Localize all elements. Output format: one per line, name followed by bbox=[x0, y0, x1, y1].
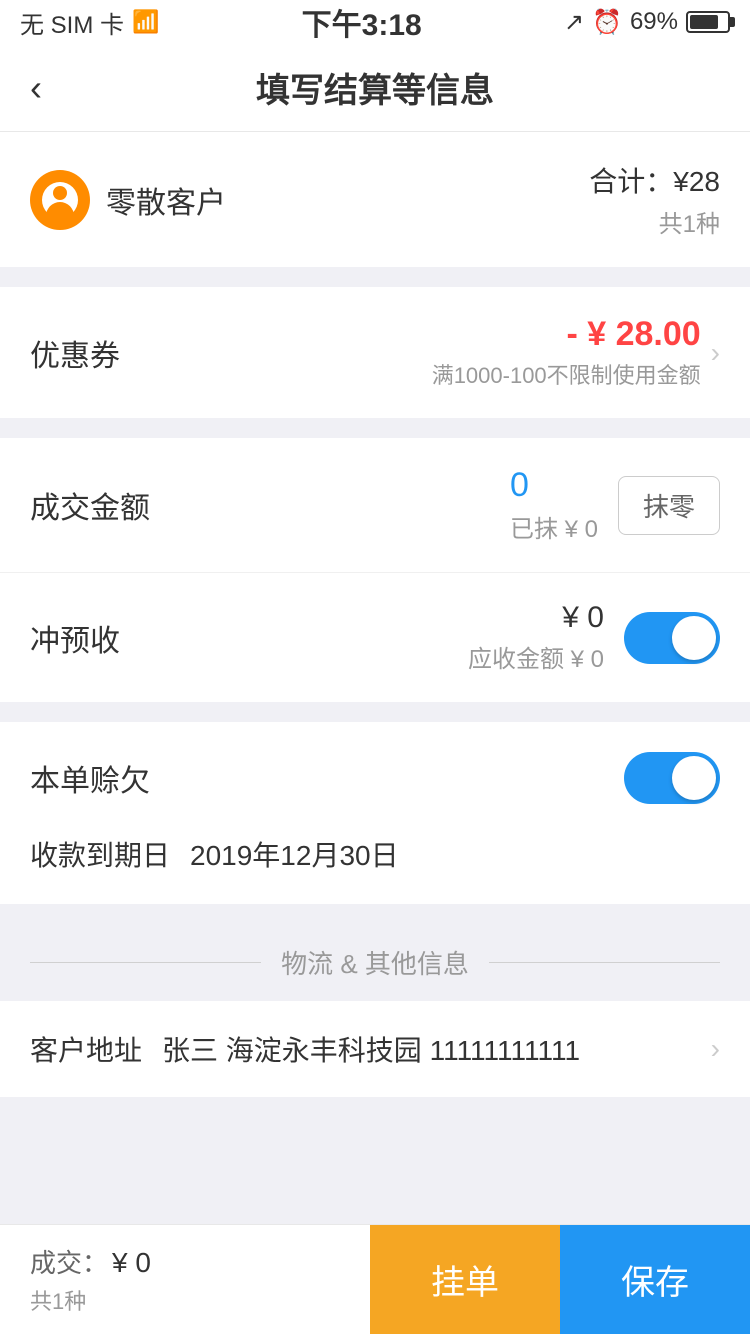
coupon-row[interactable]: 优惠券 - ¥ 28.00 满1000-100不限制使用金额 › bbox=[0, 287, 750, 418]
address-label: 客户地址 bbox=[30, 1029, 142, 1069]
customer-name: 零散客户 bbox=[106, 178, 226, 222]
no-sim-text: 无 SIM 卡 bbox=[20, 5, 124, 40]
deal-amount-info: 0 已抹 ¥ 0 bbox=[510, 466, 598, 544]
customer-left: 零散客户 bbox=[30, 170, 226, 230]
nav-bar: ‹ 填写结算等信息 bbox=[0, 44, 750, 132]
debt-row: 本单赊欠 bbox=[0, 722, 750, 834]
status-time: 下午3:18 bbox=[302, 0, 422, 44]
debt-toggle[interactable] bbox=[624, 752, 720, 804]
coupon-right: - ¥ 28.00 满1000-100不限制使用金额 › bbox=[432, 315, 720, 390]
status-right: ↗ ⏰ 69% bbox=[564, 8, 730, 37]
address-section: 客户地址 张三 海淀永丰科技园 11111111111 › bbox=[0, 1001, 750, 1097]
back-button[interactable]: ‹ bbox=[30, 67, 42, 109]
divider-line-left bbox=[30, 962, 261, 963]
divider-line-right bbox=[489, 962, 720, 963]
hold-button[interactable]: 挂单 bbox=[370, 1225, 560, 1334]
status-bar: 无 SIM 卡 📶 下午3:18 ↗ ⏰ 69% bbox=[0, 0, 750, 44]
address-chevron-icon: › bbox=[711, 1033, 720, 1065]
customer-total: 合计：¥28 共1种 bbox=[589, 160, 720, 239]
pre-collection-toggle[interactable] bbox=[624, 612, 720, 664]
pre-collection-right: ¥ 0 应收金额 ¥ 0 bbox=[468, 601, 720, 674]
bottom-deal-line: 成交： ¥ 0 bbox=[30, 1243, 340, 1280]
battery-icon bbox=[686, 11, 730, 33]
bottom-deal-amount: ¥ 0 bbox=[112, 1247, 151, 1279]
bottom-count: 共1种 bbox=[30, 1284, 340, 1316]
deal-amount-row: 成交金额 0 已抹 ¥ 0 抹零 bbox=[0, 438, 750, 572]
debt-toggle-knob bbox=[672, 756, 716, 800]
pre-collection-info: ¥ 0 应收金额 ¥ 0 bbox=[468, 601, 604, 674]
page-title: 填写结算等信息 bbox=[256, 63, 494, 112]
avatar-person-icon bbox=[42, 182, 78, 218]
coupon-value: - ¥ 28.00 bbox=[432, 315, 701, 354]
total-count: 共1种 bbox=[589, 204, 720, 239]
due-date-label: 收款到期日 bbox=[30, 834, 170, 874]
round-zero-button[interactable]: 抹零 bbox=[618, 476, 720, 535]
battery-percent: 69% bbox=[630, 8, 678, 36]
bottom-bar: 成交： ¥ 0 共1种 挂单 保存 bbox=[0, 1224, 750, 1334]
coupon-info: - ¥ 28.00 满1000-100不限制使用金额 bbox=[432, 315, 701, 390]
alarm-icon: ⏰ bbox=[592, 8, 622, 37]
bottom-deal-label: 成交： bbox=[30, 1243, 108, 1280]
chevron-right-icon: › bbox=[711, 337, 720, 369]
customer-section: 零散客户 合计：¥28 共1种 bbox=[0, 132, 750, 267]
deal-amount-label: 成交金额 bbox=[30, 483, 150, 527]
pre-collection-label: 冲预收 bbox=[30, 616, 120, 660]
due-date-value: 2019年12月30日 bbox=[190, 834, 399, 874]
address-row[interactable]: 客户地址 张三 海淀永丰科技园 11111111111 › bbox=[0, 1001, 750, 1097]
location-icon: ↗ bbox=[564, 8, 584, 37]
deal-amount-sub: 已抹 ¥ 0 bbox=[510, 509, 598, 544]
debt-section: 本单赊欠 收款到期日 2019年12月30日 bbox=[0, 722, 750, 904]
coupon-label: 优惠券 bbox=[30, 331, 120, 375]
debt-label: 本单赊欠 bbox=[30, 756, 150, 800]
total-amount: 合计：¥28 bbox=[589, 160, 720, 200]
deal-amount-value: 0 bbox=[510, 466, 598, 505]
save-button[interactable]: 保存 bbox=[560, 1225, 750, 1334]
logistics-divider: 物流 & 其他信息 bbox=[0, 924, 750, 1001]
due-date-row: 收款到期日 2019年12月30日 bbox=[0, 834, 750, 904]
avatar bbox=[30, 170, 90, 230]
bottom-summary: 成交： ¥ 0 共1种 bbox=[0, 1243, 370, 1316]
toggle-knob bbox=[672, 616, 716, 660]
pre-collection-amount: ¥ 0 bbox=[468, 601, 604, 635]
pre-collection-row: 冲预收 ¥ 0 应收金额 ¥ 0 bbox=[0, 572, 750, 702]
logistics-label: 物流 & 其他信息 bbox=[261, 944, 489, 981]
deal-section: 成交金额 0 已抹 ¥ 0 抹零 冲预收 ¥ 0 应收金额 ¥ 0 bbox=[0, 438, 750, 702]
deal-amount-right: 0 已抹 ¥ 0 抹零 bbox=[510, 466, 720, 544]
coupon-sub-text: 满1000-100不限制使用金额 bbox=[432, 358, 701, 390]
pre-collection-sub: 应收金额 ¥ 0 bbox=[468, 639, 604, 674]
main-content: 零散客户 合计：¥28 共1种 优惠券 - ¥ 28.00 满1000-100不… bbox=[0, 132, 750, 1237]
address-value: 张三 海淀永丰科技园 11111111111 bbox=[162, 1029, 711, 1069]
wifi-icon: 📶 bbox=[132, 9, 159, 35]
status-left: 无 SIM 卡 📶 bbox=[20, 5, 159, 40]
coupon-section: 优惠券 - ¥ 28.00 满1000-100不限制使用金额 › bbox=[0, 287, 750, 418]
